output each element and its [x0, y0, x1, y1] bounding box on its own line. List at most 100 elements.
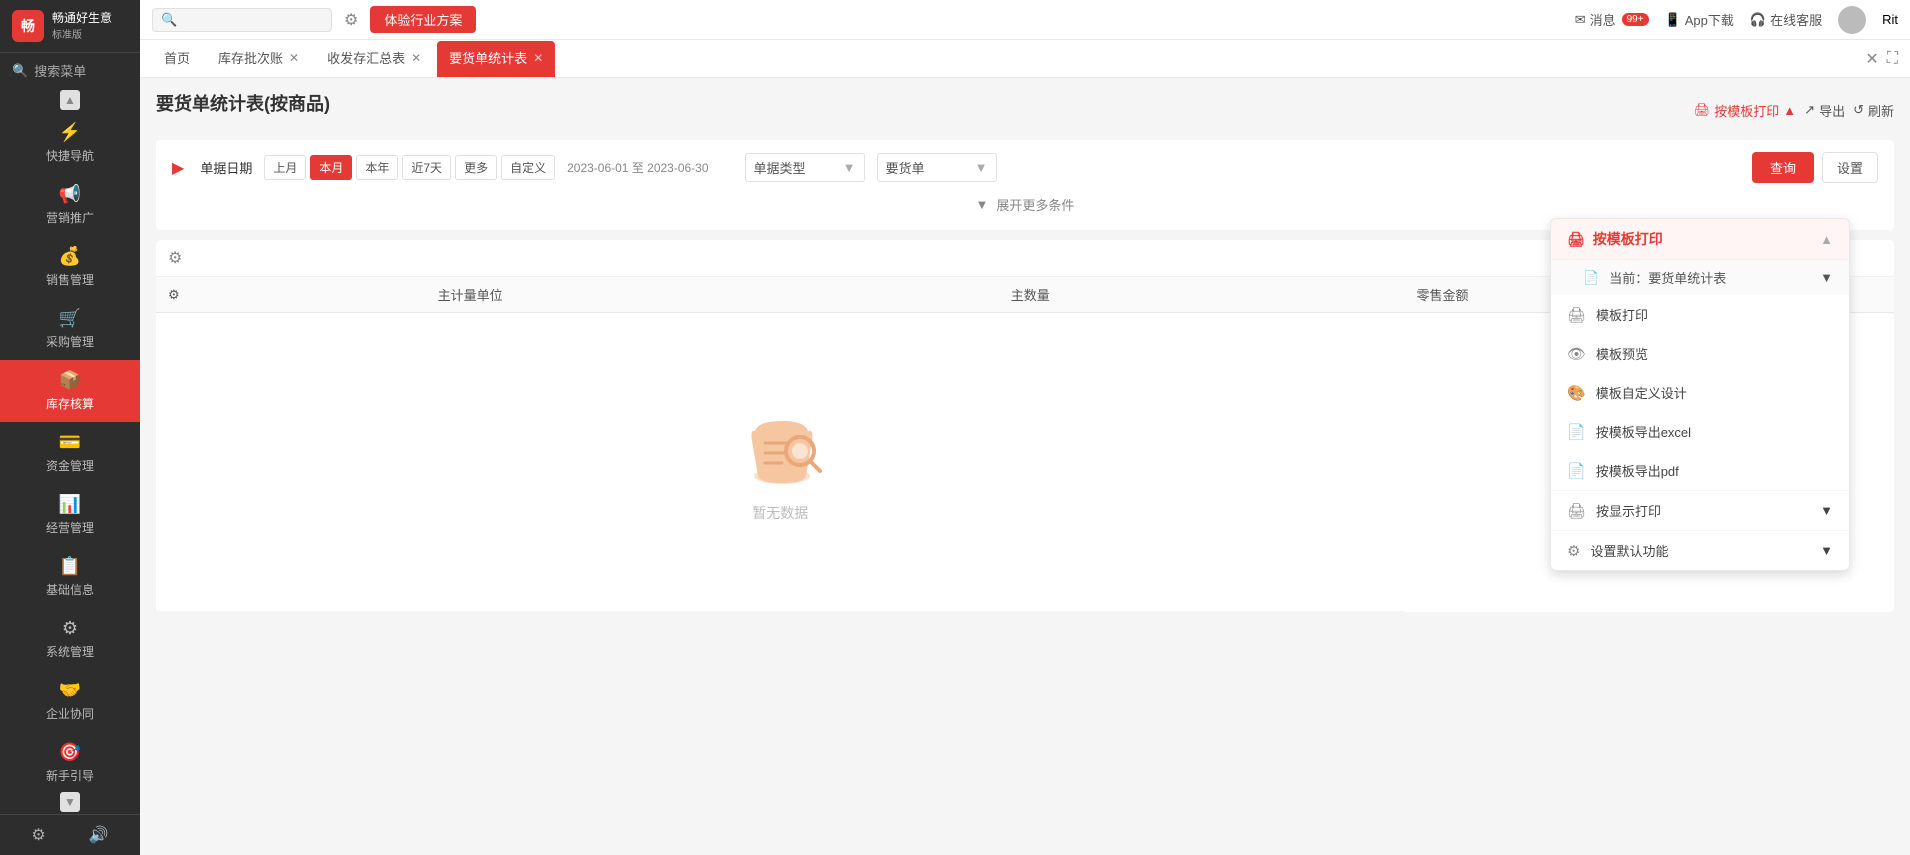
tab-receipt-summary-close[interactable]: ✕: [411, 51, 421, 65]
tab-inventory-batch-close[interactable]: ✕: [289, 51, 299, 65]
sidebar-item-purchase[interactable]: 🛒 采购管理: [0, 298, 140, 360]
sidebar-search[interactable]: 🔍 搜索菜单: [0, 53, 140, 88]
tabs-right: ✕ ⛶: [1865, 49, 1898, 69]
require-goods-select[interactable]: 要货单 ▼: [877, 153, 997, 182]
require-goods-label: 要货单: [886, 158, 925, 177]
topbar-gear-icon[interactable]: ⚙: [344, 10, 358, 30]
filter-card: ▶ 单据日期 上月本月本年近7天更多自定义 2023-06-01 至 2023-…: [156, 140, 1894, 230]
query-button[interactable]: 查询: [1752, 152, 1814, 183]
app-download-btn[interactable]: 📱 App下载: [1665, 10, 1734, 29]
empty-state: 暂无数据: [168, 321, 1393, 603]
date-btn-custom[interactable]: 自定义: [501, 155, 555, 180]
inventory-nav-icon: 📦: [59, 370, 81, 391]
content-area: 要货单统计表(按商品) 🖨 按模板打印 ▲ ↗ 导出 ↺ 刷新: [140, 78, 1910, 855]
tab-order-stats[interactable]: 要货单统计表✕: [437, 41, 555, 77]
default-settings-icon: ⚙: [1567, 542, 1580, 560]
main-area: 🔍 ⚙ 体验行业方案 ✉ 消息 99+ 📱 App下载 🎧 在线客服 Rit: [140, 0, 1910, 855]
display-print-chevron: ▼: [1820, 503, 1833, 518]
settings-button[interactable]: 设置: [1822, 152, 1878, 183]
user-avatar[interactable]: [1838, 6, 1866, 34]
tab-home[interactable]: 首页: [152, 41, 202, 77]
date-btn-last7[interactable]: 近7天: [402, 155, 451, 180]
tab-receipt-summary[interactable]: 收发存汇总表✕: [315, 41, 433, 77]
dropdown-expand-default-settings[interactable]: ⚙ 设置默认功能 ▼: [1551, 530, 1849, 570]
date-btn-current_year[interactable]: 本年: [356, 155, 398, 180]
date-btn-more[interactable]: 更多: [455, 155, 497, 180]
sidebar-item-cooperation[interactable]: 🤝 企业协同: [0, 670, 140, 732]
filter-expand-icon[interactable]: ▶: [172, 158, 184, 178]
template-preview-icon: 👁: [1567, 345, 1586, 363]
dropdown-item-template-preview[interactable]: 👁 模板预览: [1551, 334, 1849, 373]
require-chevron-icon: ▼: [975, 160, 988, 175]
sidebar-nav: ⚡ 快捷导航 📢 营销推广 💰 销售管理 🛒 采购管理 📦 库存核算 💳 资金管…: [0, 112, 140, 790]
sidebar-item-shortcut[interactable]: ⚡ 快捷导航: [0, 112, 140, 174]
sidebar-item-marketing[interactable]: 📢 营销推广: [0, 174, 140, 236]
dropdown-item-template-excel[interactable]: 📄 按模板导出excel: [1551, 412, 1849, 451]
purchase-nav-icon: 🛒: [59, 308, 81, 329]
sidebar-item-system[interactable]: ⚙ 系统管理: [0, 608, 140, 670]
sidebar-item-inventory[interactable]: 📦 库存核算: [0, 360, 140, 422]
search-icon: 🔍: [12, 63, 28, 79]
topbar-search-icon: 🔍: [161, 12, 177, 28]
th-quantity: 主数量: [999, 277, 1405, 313]
dropdown-item-template-print[interactable]: 🖨 模板打印: [1551, 295, 1849, 334]
message-btn[interactable]: ✉ 消息 99+: [1575, 10, 1649, 29]
dropdown-header: 🖨 按模板打印 ▲: [1551, 219, 1849, 260]
dropdown-expand-items: 🖨 按显示打印 ▼ ⚙ 设置默认功能 ▼: [1551, 490, 1849, 570]
template-print-icon: 🖨: [1567, 306, 1586, 324]
print-icon: 🖨: [1694, 102, 1711, 118]
tab-home-label: 首页: [164, 48, 190, 67]
date-btn-prev_month[interactable]: 上月: [264, 155, 306, 180]
tab-inventory-batch[interactable]: 库存批次账✕: [206, 41, 311, 77]
settings-icon[interactable]: ⚙: [31, 825, 45, 845]
sidebar-item-basic[interactable]: 📋 基础信息: [0, 546, 140, 608]
sidebar-scroll-down[interactable]: ▼: [60, 792, 80, 812]
dropdown-item-template-pdf[interactable]: 📄 按模板导出pdf: [1551, 451, 1849, 490]
app-download-icon: 📱: [1665, 12, 1681, 28]
table-gear-icon[interactable]: ⚙: [168, 248, 182, 268]
action-buttons: 🖨 按模板打印 ▲ ↗ 导出 ↺ 刷新: [1694, 101, 1894, 120]
dropdown-collapse-icon[interactable]: ▲: [1820, 232, 1833, 247]
sidebar-item-guide[interactable]: 🎯 新手引导: [0, 732, 140, 790]
user-name: Rit: [1882, 12, 1898, 27]
template-custom-label: 模板自定义设计: [1596, 383, 1687, 402]
type-label: 单据类型: [754, 158, 806, 177]
tab-fullscreen-btn[interactable]: ⛶: [1887, 50, 1898, 68]
dropdown-expand-display-print[interactable]: 🖨 按显示打印 ▼: [1551, 490, 1849, 530]
print-dropdown-menu: 🖨 按模板打印 ▲ 📄 当前：要货单统计表 ▼ 🖨 模板打印 👁 模板预览 🎨 …: [1550, 218, 1850, 571]
topbar-search-box[interactable]: 🔍: [152, 8, 332, 32]
type-select[interactable]: 单据类型 ▼: [745, 153, 865, 182]
sound-icon[interactable]: 🔊: [89, 825, 109, 845]
sales-nav-label: 销售管理: [46, 271, 94, 288]
tab-order-stats-close[interactable]: ✕: [533, 51, 543, 65]
dropdown-current-template[interactable]: 📄 当前：要货单统计表 ▼: [1551, 260, 1849, 295]
sidebar-item-finance[interactable]: 💳 资金管理: [0, 422, 140, 484]
display-print-icon: 🖨: [1567, 502, 1586, 520]
tab-close-btn[interactable]: ✕: [1865, 49, 1878, 69]
template-print-label: 模板打印: [1596, 305, 1648, 324]
table-header-gear-icon[interactable]: ⚙: [168, 287, 180, 302]
finance-nav-label: 资金管理: [46, 457, 94, 474]
topbar: 🔍 ⚙ 体验行业方案 ✉ 消息 99+ 📱 App下载 🎧 在线客服 Rit: [140, 0, 1910, 40]
dropdown-current-chevron: ▼: [1820, 270, 1833, 285]
marketing-nav-label: 营销推广: [46, 209, 94, 226]
dropdown-item-template-custom[interactable]: 🎨 模板自定义设计: [1551, 373, 1849, 412]
sidebar: 畅 畅通好生意 标准版 🔍 搜索菜单 ▲ ⚡ 快捷导航 📢 营销推广 💰 销售管…: [0, 0, 140, 855]
refresh-button[interactable]: ↺ 刷新: [1853, 101, 1894, 120]
sidebar-scroll-up[interactable]: ▲: [60, 90, 80, 110]
online-service-btn[interactable]: 🎧 在线客服: [1750, 10, 1822, 29]
headset-icon: 🎧: [1750, 12, 1766, 28]
export-icon: ↗: [1804, 102, 1815, 118]
default-settings-chevron: ▼: [1820, 543, 1833, 558]
sidebar-item-operation[interactable]: 📊 经营管理: [0, 484, 140, 546]
sidebar-item-sales[interactable]: 💰 销售管理: [0, 236, 140, 298]
trial-button[interactable]: 体验行业方案: [370, 6, 476, 33]
date-btn-current_month[interactable]: 本月: [310, 155, 352, 180]
export-button[interactable]: ↗ 导出: [1804, 101, 1845, 120]
print-button[interactable]: 🖨 按模板打印 ▲: [1694, 101, 1796, 120]
template-pdf-label: 按模板导出pdf: [1596, 461, 1679, 480]
topbar-search-input[interactable]: [181, 13, 323, 27]
expand-more-btn[interactable]: ▼ 展开更多条件: [172, 191, 1878, 218]
shortcut-nav-label: 快捷导航: [46, 147, 94, 164]
app-logo: 畅 畅通好生意 标准版: [0, 0, 140, 53]
